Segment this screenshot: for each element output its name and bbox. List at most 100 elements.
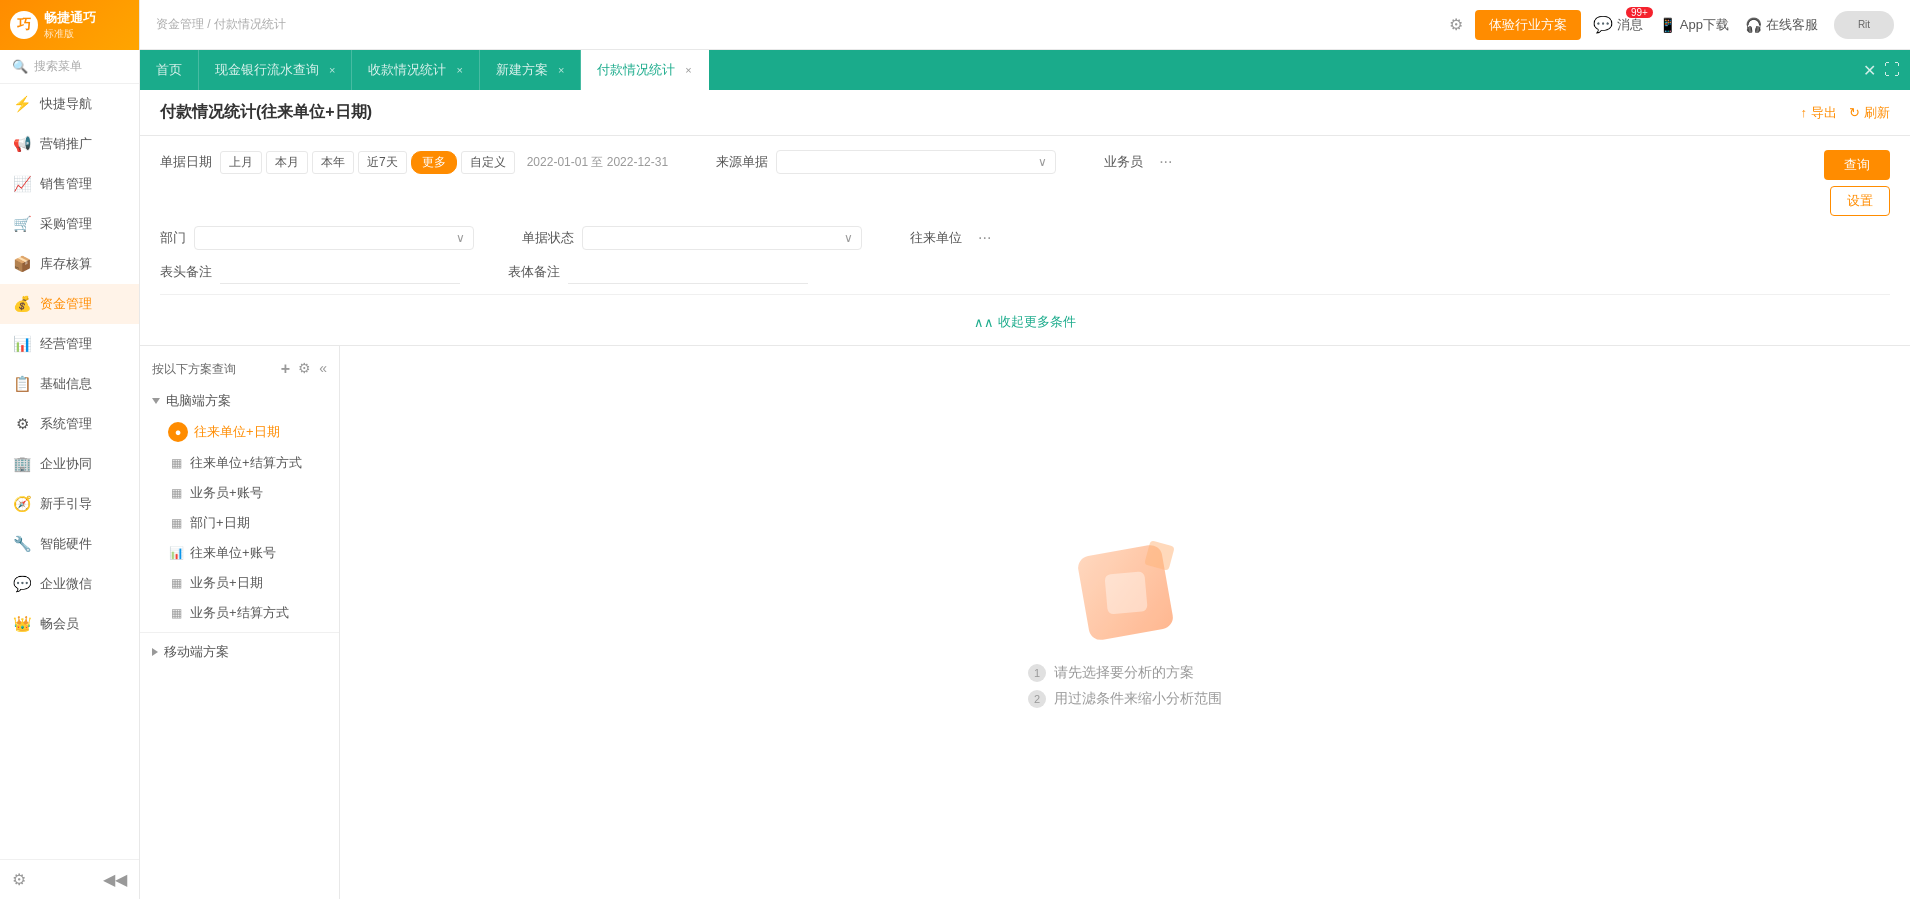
data-area: 1 请先选择要分析的方案 2 用过滤条件来缩小分析范围 <box>340 346 1910 899</box>
refresh-icon: ↻ <box>1849 105 1860 120</box>
empty-tip-1-text: 请先选择要分析的方案 <box>1054 664 1194 682</box>
tab-bar: 首页 现金银行流水查询 × 收款情况统计 × 新建方案 × 付款情况统计 × ✕… <box>140 50 1910 90</box>
header-settings-icon[interactable]: ⚙ <box>1449 15 1463 34</box>
scheme-item-partner-settlement[interactable]: ▦ 往来单位+结算方式 <box>140 448 339 478</box>
sidebar-item-basic-info[interactable]: 📋 基础信息 <box>0 364 139 404</box>
note-body-input[interactable] <box>568 260 808 284</box>
sidebar-nav: ⚡ 快捷导航 📢 营销推广 📈 销售管理 🛒 采购管理 📦 库存核算 💰 资金管… <box>0 84 139 859</box>
scheme-collapse-icon[interactable]: « <box>319 360 327 378</box>
sidebar-item-guide[interactable]: 🧭 新手引导 <box>0 484 139 524</box>
basic-info-icon: 📋 <box>12 374 32 394</box>
filter-actions: 查询 设置 <box>1808 150 1890 216</box>
tab-fullscreen-icon[interactable]: ⛶ <box>1884 61 1900 79</box>
hardware-icon: 🔧 <box>12 534 32 554</box>
empty-tip-2-text: 用过滤条件来缩小分析范围 <box>1054 690 1222 708</box>
partner-dots[interactable]: ··· <box>978 229 991 247</box>
body-area: 按以下方案查询 + ⚙ « 电脑端方案 ● <box>140 346 1910 899</box>
tab-home[interactable]: 首页 <box>140 50 199 90</box>
date-btn-more[interactable]: 更多 <box>411 151 457 174</box>
tab-payment-stat-close[interactable]: × <box>685 64 691 76</box>
scheme-icon: ▦ <box>168 575 184 591</box>
note-header-input[interactable] <box>220 260 460 284</box>
main-area: 资金管理 / 付款情况统计 ⚙ 体验行业方案 💬 消息 99+ 📱 App下载 … <box>140 0 1910 899</box>
sidebar-item-hardware[interactable]: 🔧 智能硬件 <box>0 524 139 564</box>
sidebar-collapse-icon[interactable]: ◀◀ <box>103 870 127 889</box>
tab-receivable-close[interactable]: × <box>456 64 462 76</box>
sidebar-item-member[interactable]: 👑 畅会员 <box>0 604 139 644</box>
export-btn[interactable]: ↑ 导出 <box>1801 104 1838 122</box>
sidebar-item-marketing[interactable]: 📢 营销推广 <box>0 124 139 164</box>
service-btn[interactable]: 🎧 在线客服 <box>1745 16 1818 34</box>
sidebar-item-inventory[interactable]: 📦 库存核算 <box>0 244 139 284</box>
sidebar-bottom: ⚙ ◀◀ <box>0 859 139 899</box>
scheme-item-salesperson-date[interactable]: ▦ 业务员+日期 <box>140 568 339 598</box>
tip-num-2: 2 <box>1028 690 1046 708</box>
tab-new-scheme[interactable]: 新建方案 × <box>480 50 581 90</box>
dept-label: 部门 <box>160 229 186 247</box>
sidebar-search[interactable]: 🔍 搜索菜单 <box>0 50 139 84</box>
messages-btn[interactable]: 💬 消息 99+ <box>1593 15 1643 34</box>
sidebar-item-enterprise[interactable]: 🏢 企业协同 <box>0 444 139 484</box>
page-header-actions: ↑ 导出 ↻ 刷新 <box>1801 104 1891 122</box>
scheme-item-salesperson-account[interactable]: ▦ 业务员+账号 <box>140 478 339 508</box>
sidebar-item-operation[interactable]: 📊 经营管理 <box>0 324 139 364</box>
dept-select[interactable]: ∨ <box>194 226 474 250</box>
sidebar-settings-icon[interactable]: ⚙ <box>12 870 26 889</box>
doc-status-select[interactable]: ∨ <box>582 226 862 250</box>
scheme-item-partner-account[interactable]: 📊 往来单位+账号 <box>140 538 339 568</box>
collapse-btn[interactable]: ∧∧ 收起更多条件 <box>974 313 1076 331</box>
tab-bar-right: ✕ ⛶ <box>1853 50 1910 90</box>
empty-tips: 1 请先选择要分析的方案 2 用过滤条件来缩小分析范围 <box>1028 664 1222 708</box>
avatar[interactable]: Rit <box>1834 11 1894 39</box>
date-btn-this-year[interactable]: 本年 <box>312 151 354 174</box>
date-btn-custom[interactable]: 自定义 <box>461 151 515 174</box>
scheme-item-salesperson-settlement[interactable]: ▦ 业务员+结算方式 <box>140 598 339 628</box>
messages-badge: 99+ <box>1626 7 1653 18</box>
app-download-btn[interactable]: 📱 App下载 <box>1659 16 1729 34</box>
tab-close-all-icon[interactable]: ✕ <box>1863 61 1876 80</box>
sidebar-item-system[interactable]: ⚙ 系统管理 <box>0 404 139 444</box>
settings-btn[interactable]: 设置 <box>1830 186 1890 216</box>
scheme-settings-icon[interactable]: ⚙ <box>298 360 311 378</box>
sidebar-item-capital[interactable]: 💰 资金管理 <box>0 284 139 324</box>
date-btn-last-7[interactable]: 近7天 <box>358 151 407 174</box>
scheme-icon: ▦ <box>168 455 184 471</box>
tab-payment-stat[interactable]: 付款情况统计 × <box>581 50 708 90</box>
empty-state: 1 请先选择要分析的方案 2 用过滤条件来缩小分析范围 <box>1028 538 1222 708</box>
tab-bank-flow-close[interactable]: × <box>329 64 335 76</box>
group-expand-icon <box>152 398 160 404</box>
left-panel-toolbar: 按以下方案查询 + ⚙ « <box>140 356 339 386</box>
sales-icon: 📈 <box>12 174 32 194</box>
tab-new-scheme-close[interactable]: × <box>558 64 564 76</box>
date-btn-this-month[interactable]: 本月 <box>266 151 308 174</box>
scheme-item-partner-date[interactable]: ● 往来单位+日期 <box>140 416 339 448</box>
trial-btn[interactable]: 体验行业方案 <box>1475 10 1581 40</box>
date-btn-last-month[interactable]: 上月 <box>220 151 262 174</box>
sidebar-item-quick-nav[interactable]: ⚡ 快捷导航 <box>0 84 139 124</box>
date-range-text: 2022-01-01 至 2022-12-31 <box>527 154 668 171</box>
quick-nav-icon: ⚡ <box>12 94 32 114</box>
sidebar-item-sales[interactable]: 📈 销售管理 <box>0 164 139 204</box>
top-header: 资金管理 / 付款情况统计 ⚙ 体验行业方案 💬 消息 99+ 📱 App下载 … <box>140 0 1910 50</box>
sidebar-item-wechat[interactable]: 💬 企业微信 <box>0 564 139 604</box>
sidebar-logo-text: 畅捷通巧 标准版 <box>44 9 96 41</box>
source-select[interactable]: ∨ <box>776 150 1056 174</box>
query-btn[interactable]: 查询 <box>1824 150 1890 180</box>
tab-bank-flow[interactable]: 现金银行流水查询 × <box>199 50 352 90</box>
tab-receivable[interactable]: 收款情况统计 × <box>352 50 479 90</box>
salesperson-dots[interactable]: ··· <box>1159 153 1172 171</box>
inventory-icon: 📦 <box>12 254 32 274</box>
page-title: 付款情况统计(往来单位+日期) <box>160 102 372 123</box>
scheme-group-mobile-title[interactable]: 移动端方案 <box>140 637 339 667</box>
guide-icon: 🧭 <box>12 494 32 514</box>
wechat-icon: 💬 <box>12 574 32 594</box>
sidebar-item-purchase[interactable]: 🛒 采购管理 <box>0 204 139 244</box>
add-scheme-icon[interactable]: + <box>281 360 290 378</box>
scheme-item-dept-date[interactable]: ▦ 部门+日期 <box>140 508 339 538</box>
scheme-group-desktop-title[interactable]: 电脑端方案 <box>140 386 339 416</box>
left-panel-icons: + ⚙ « <box>281 360 327 378</box>
marketing-icon: 📢 <box>12 134 32 154</box>
refresh-btn[interactable]: ↻ 刷新 <box>1849 104 1890 122</box>
date-label: 单据日期 <box>160 153 212 171</box>
dept-arrow-icon: ∨ <box>456 231 465 245</box>
